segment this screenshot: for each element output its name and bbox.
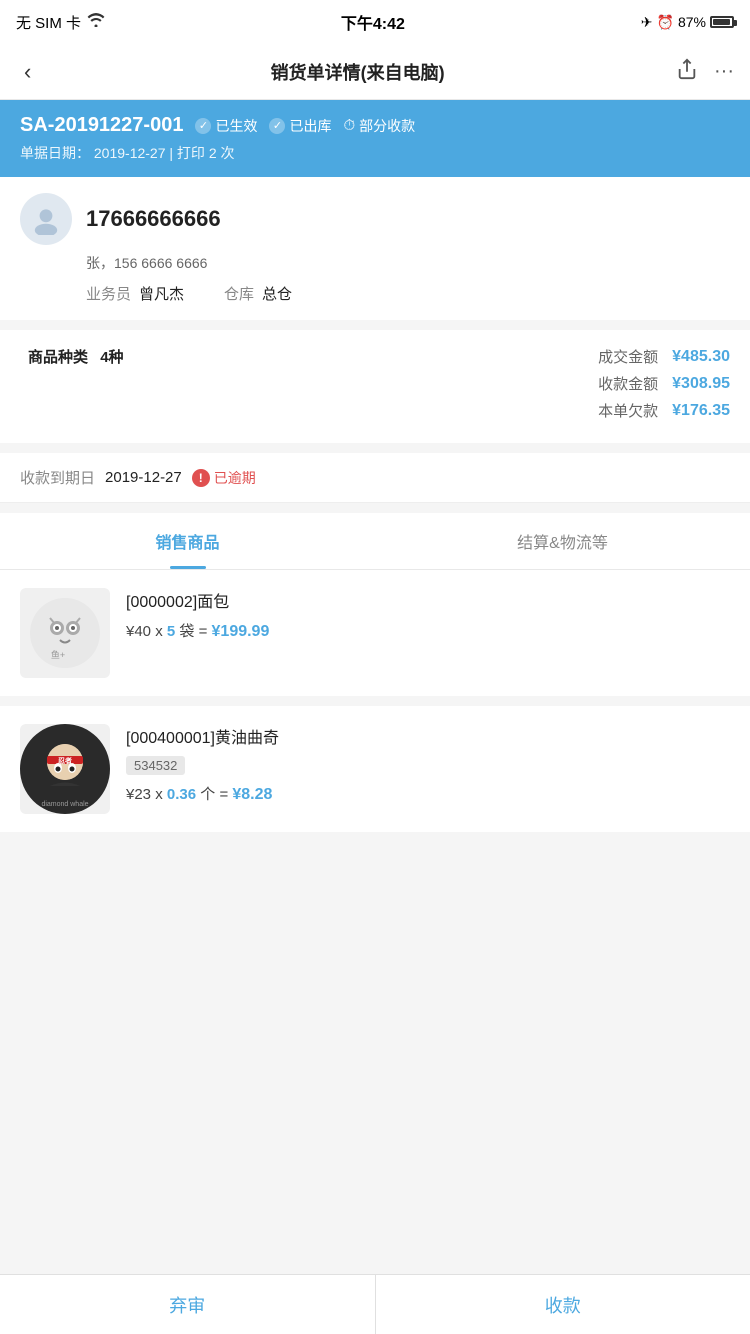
tabs-section: 销售商品 结算&物流等 [0,513,750,570]
due-date-value: 2019-12-27 [105,469,182,486]
product-total-2: ¥8.28 [232,786,272,803]
deal-amount-value: ¥485.30 [672,348,730,366]
customer-name: 张，156 6666 6666 [86,253,730,273]
order-id: SA-20191227-001 [20,114,183,137]
status-right: ✈ ⏰ 87% [641,14,734,31]
clock-icon: ⏱ [343,117,355,134]
product-price-2: ¥23 x 0.36 个 = ¥8.28 [126,783,730,804]
stat-right: 成交金额 ¥485.30 收款金额 ¥308.95 本单欠款 ¥176.35 [598,346,730,427]
confirm-button[interactable]: 收款 [376,1275,750,1334]
alarm-icon: ⏰ [657,14,674,31]
check-icon-2: ✓ [269,118,285,134]
products-section: 鱼+ [0000002]面包 ¥40 x 5 袋 = ¥199.99 [0,570,750,832]
product-types: 商品种类 4种 [20,346,124,367]
customer-id: 17666666666 [86,206,221,232]
due-date-label: 收款到期日 [20,467,95,488]
badge-partial-payment: ⏱ 部分收款 [343,116,415,136]
badge-effective: ✓ 已生效 [195,116,257,136]
cancel-button[interactable]: 弃审 [0,1275,376,1334]
product-batch-2: 534532 [126,756,185,775]
due-section: 收款到期日 2019-12-27 ! 已逾期 [0,453,750,503]
battery-icon [710,16,734,28]
warehouse-label: 仓库 [224,283,254,304]
product-thumbnail-1: 鱼+ [20,588,110,678]
tab-products[interactable]: 销售商品 [0,513,375,569]
status-time: 下午4:42 [341,10,405,34]
avatar [20,193,72,245]
list-item: 鱼+ [0000002]面包 ¥40 x 5 袋 = ¥199.99 [0,570,750,696]
product-name-1: [0000002]面包 [126,588,730,612]
location-icon: ✈ [641,14,653,31]
status-bar: 无 SIM 卡 下午4:42 ✈ ⏰ 87% [0,0,750,44]
svg-text:鱼+: 鱼+ [51,649,65,660]
product-info-2: [000400001]黄油曲奇 534532 ¥23 x 0.36 个 = ¥8… [126,724,730,804]
carrier-text: 无 SIM 卡 [16,12,81,33]
order-date: 单据日期： 2019-12-27 | 打印 2 次 [20,143,730,163]
svg-text:忍者: 忍者 [58,756,72,765]
warehouse-value: 总仓 [262,283,292,304]
share-icon[interactable] [676,58,698,86]
product-name-2: [000400001]黄油曲奇 [126,724,730,748]
svg-text:diamond whale: diamond whale [41,801,88,808]
nav-actions: ··· [676,58,734,86]
stats-section: 商品种类 4种 成交金额 ¥485.30 收款金额 ¥308.95 本单欠款 ¥… [0,330,750,443]
tab-settlement[interactable]: 结算&物流等 [375,513,750,569]
owed-amount-value: ¥176.35 [672,402,730,420]
product-price-1: ¥40 x 5 袋 = ¥199.99 [126,620,730,641]
received-amount-row: 收款金额 ¥308.95 [598,373,730,394]
customer-top: 17666666666 [20,193,730,245]
customer-section: 17666666666 张，156 6666 6666 业务员 曾凡杰 仓库 总… [0,177,750,320]
overdue-badge: ! 已逾期 [192,468,256,488]
customer-meta: 业务员 曾凡杰 仓库 总仓 [86,283,730,304]
sales-person-label: 业务员 [86,283,131,304]
stat-left: 商品种类 4种 [20,346,124,371]
deal-amount-row: 成交金额 ¥485.30 [598,346,730,367]
owed-amount-label: 本单欠款 [598,400,658,421]
list-item: 忍者 diamond whale [000400001]黄油曲奇 534532 … [0,706,750,832]
badge-shipped: ✓ 已出库 [269,116,331,136]
sales-person-value: 曾凡杰 [139,283,184,304]
wifi-icon [87,13,105,31]
more-icon[interactable]: ··· [714,60,734,83]
product-qty-1: 5 [167,623,175,640]
received-amount-value: ¥308.95 [672,375,730,393]
bottom-bar: 弃审 收款 [0,1274,750,1334]
sales-person: 业务员 曾凡杰 [86,283,184,304]
overdue-label: 已逾期 [214,468,256,488]
status-left: 无 SIM 卡 [16,12,105,33]
deal-amount-label: 成交金额 [598,346,658,367]
received-amount-label: 收款金额 [598,373,658,394]
overdue-dot-icon: ! [192,469,210,487]
product-total-1: ¥199.99 [212,623,270,640]
back-button[interactable]: ‹ [16,51,39,93]
battery-percentage: 87% [678,14,706,30]
check-icon-1: ✓ [195,118,211,134]
product-info-1: [0000002]面包 ¥40 x 5 袋 = ¥199.99 [126,588,730,641]
product-thumbnail-2: 忍者 diamond whale [20,724,110,814]
order-banner: SA-20191227-001 ✓ 已生效 ✓ 已出库 ⏱ 部分收款 单据日期：… [0,100,750,177]
product-qty-2: 0.36 [167,786,196,803]
warehouse: 仓库 总仓 [224,283,292,304]
owed-amount-row: 本单欠款 ¥176.35 [598,400,730,421]
nav-bar: ‹ 销货单详情(来自电脑) ··· [0,44,750,100]
page-title: 销货单详情(来自电脑) [271,59,445,85]
